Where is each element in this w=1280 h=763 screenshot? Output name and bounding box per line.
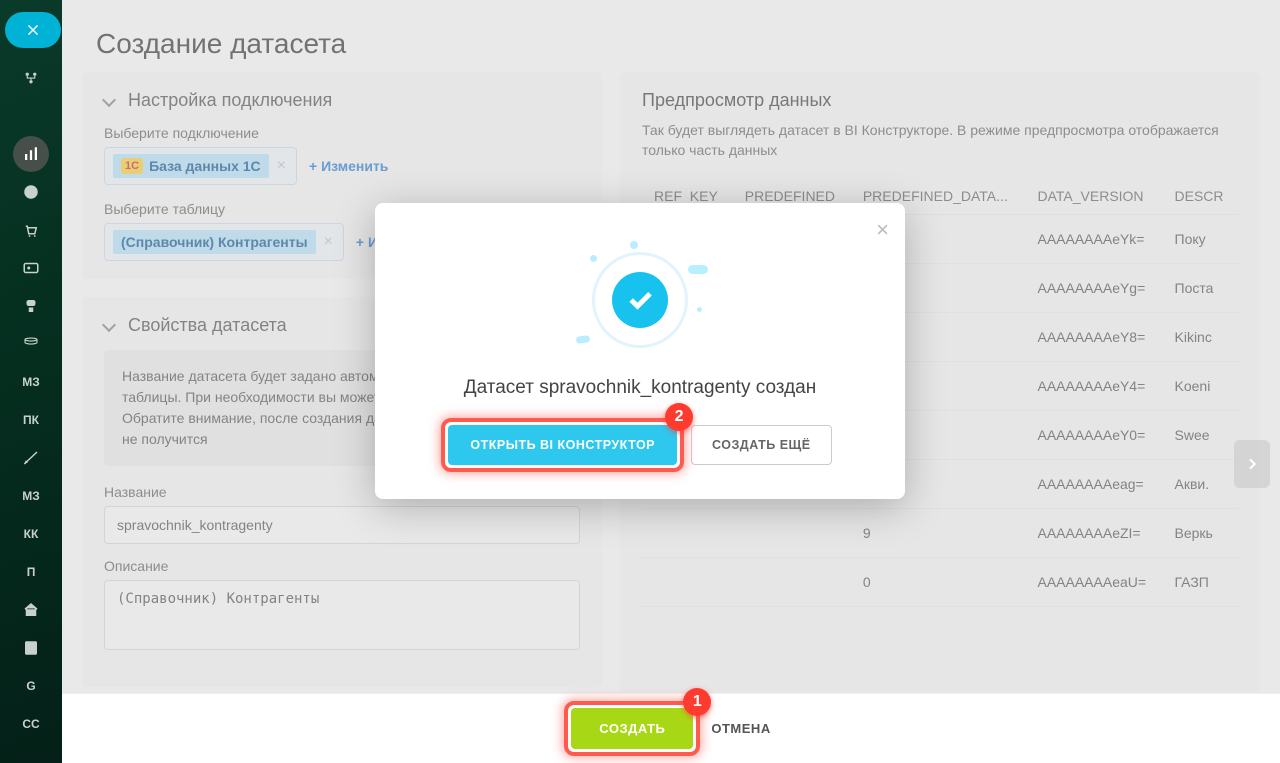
chip-remove-icon[interactable]: × [322,233,335,251]
db-1c-icon: 1C [121,158,143,174]
nav-item[interactable]: П [13,554,49,590]
nav-item[interactable] [13,250,49,286]
table-cell: 9 [851,509,1026,558]
nav-item[interactable]: МЗ [13,364,49,400]
table-cell: Акви. [1163,460,1239,509]
footer: СОЗДАТЬ 1 ОТМЕНА [62,693,1280,763]
table-cell: Веркь [1163,509,1239,558]
dataset-description-input[interactable] [104,580,580,650]
nav-item[interactable]: G [13,668,49,704]
table-row: 0AAAAAAAAeaU=ГАЗП [642,558,1238,607]
dataset-name-input[interactable] [104,506,580,544]
table-chip-label: (Справочник) Контрагенты [121,234,308,250]
nav-item[interactable] [13,98,49,134]
nav-item[interactable] [13,440,49,476]
label-description: Описание [104,558,580,574]
cancel-button[interactable]: ОТМЕНА [711,721,770,736]
create-button[interactable]: СОЗДАТЬ [571,708,693,749]
table-chip[interactable]: (Справочник) Контрагенты × [104,223,344,261]
table-cell [733,558,851,607]
col-header: DESCR [1163,178,1239,215]
table-cell: AAAAAAAAeYk= [1025,215,1162,264]
nav-item[interactable]: МЗ [13,478,49,514]
nav-item-active[interactable] [13,136,49,172]
nav-item[interactable]: КК [13,516,49,552]
table-cell [733,509,851,558]
sidebar: МЗ ПК МЗ КК П G CC [0,0,62,763]
table-cell [642,558,733,607]
annotation-badge-2: 2 [665,403,693,431]
nav-item[interactable] [13,326,49,362]
preview-title: Предпросмотр данных [642,90,1238,121]
table-cell: AAAAAAAAeag= [1025,460,1162,509]
table-cell: AAAAAAAAeY0= [1025,411,1162,460]
table-cell: Kikinc [1163,313,1239,362]
table-cell: AAAAAAAAeaU= [1025,558,1162,607]
table-cell: AAAAAAAAeZI= [1025,509,1162,558]
nav-item[interactable] [13,60,49,96]
table-cell: AAAAAAAAeYg= [1025,264,1162,313]
nav-item[interactable] [13,212,49,248]
panel-header[interactable]: Настройка подключения [104,90,580,111]
modal-close-button[interactable]: × [876,217,889,243]
open-bi-constructor-button[interactable]: ОТКРЫТЬ BI КОНСТРУКТОР [448,425,677,465]
chevron-down-icon [104,95,116,107]
chip-remove-icon[interactable]: × [275,157,288,175]
nav-item[interactable] [13,174,49,210]
nav-item[interactable] [13,630,49,666]
table-cell: Поста [1163,264,1239,313]
label-connection: Выберите подключение [104,125,580,141]
success-modal: × Датасет spravochnik_kontragenty создан… [375,203,905,499]
table-cell: ГАЗП [1163,558,1239,607]
panel-title: Настройка подключения [128,90,332,111]
table-cell: Поку [1163,215,1239,264]
nav-item[interactable]: ПК [13,402,49,438]
scroll-right-button[interactable] [1234,440,1270,488]
modal-message: Датасет spravochnik_kontragenty создан [399,377,881,399]
table-cell [642,509,733,558]
col-header: DATA_VERSION [1025,178,1162,215]
table-cell: AAAAAAAAeY8= [1025,313,1162,362]
chevron-down-icon [104,320,116,332]
table-cell: 0 [851,558,1026,607]
change-connection-link[interactable]: + Изменить [305,158,388,174]
table-cell: Koeni [1163,362,1239,411]
nav-item[interactable] [13,288,49,324]
checkmark-icon [612,272,668,328]
close-button[interactable] [5,12,61,48]
table-row: 9AAAAAAAAeZI=Веркь [642,509,1238,558]
table-cell: Swee [1163,411,1239,460]
annotation-badge-1: 1 [683,688,711,716]
nav-item[interactable]: CC [13,706,49,742]
panel-title: Свойства датасета [128,315,287,336]
connection-chip-label: База данных 1С [149,158,261,174]
preview-subtitle: Так будет выглядеть датасет в BI Констру… [642,121,1238,178]
create-more-button[interactable]: СОЗДАТЬ ЕЩЁ [691,425,832,465]
table-cell: AAAAAAAAeY4= [1025,362,1162,411]
connection-chip[interactable]: 1C База данных 1С × [104,147,297,185]
success-icon [570,245,710,355]
nav-item[interactable] [13,592,49,628]
page-title: Создание датасета [62,0,1280,72]
